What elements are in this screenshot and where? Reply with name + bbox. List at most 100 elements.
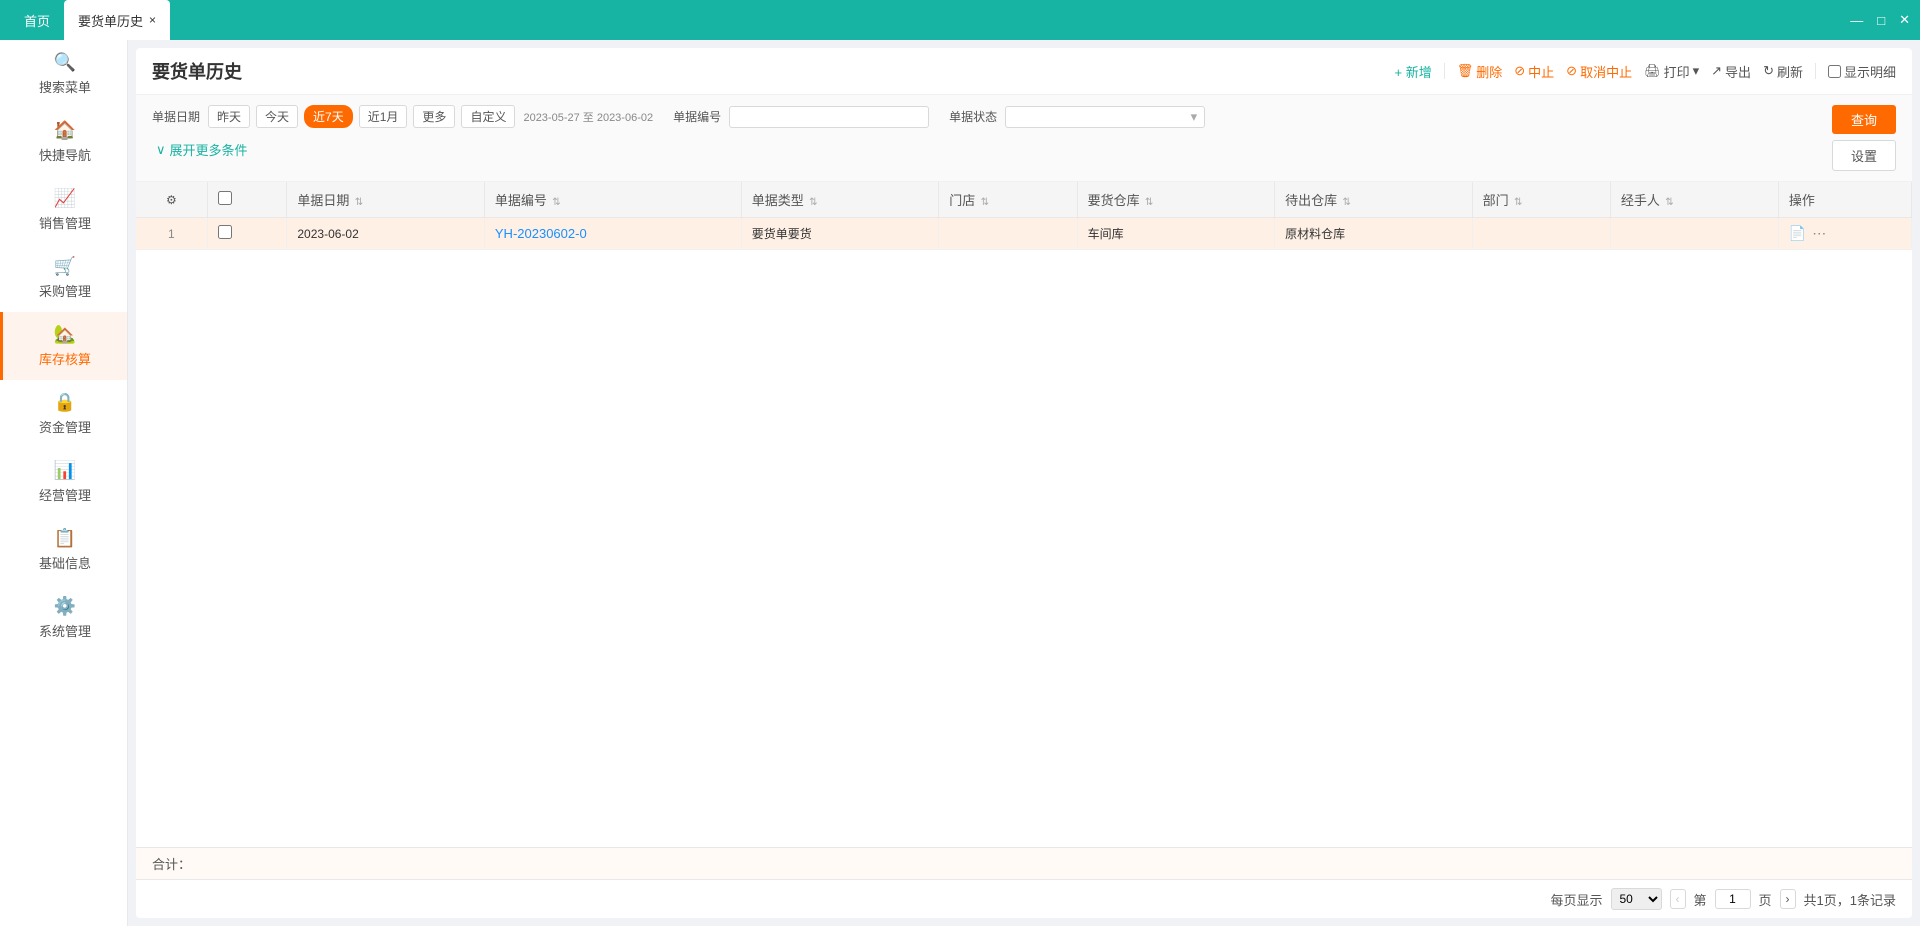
date-btn-1month[interactable]: 近1月 bbox=[359, 105, 408, 128]
th-pending-warehouse[interactable]: 待出仓库 ⇅ bbox=[1275, 182, 1473, 218]
th-settings[interactable]: ⚙ bbox=[136, 182, 207, 218]
th-req-warehouse-label: 要货仓库 bbox=[1088, 193, 1140, 208]
system-icon: ⚙️ bbox=[54, 596, 76, 617]
order-no-link[interactable]: YH-20230602-0 bbox=[495, 226, 587, 241]
sidebar-item-purchase-label: 采购管理 bbox=[39, 281, 91, 300]
toolbar: + 新增 🗑 删除 ⊘ 中止 ⊘ 取消中止 🖨 打印 bbox=[1394, 62, 1896, 81]
sidebar-item-inventory[interactable]: 🏡 库存核算 bbox=[0, 312, 127, 380]
order-no-filter-group: 单据编号 bbox=[673, 106, 929, 128]
th-store[interactable]: 门店 ⇅ bbox=[939, 182, 1077, 218]
sidebar-item-inventory-label: 库存核算 bbox=[39, 349, 91, 368]
filter-expand-row: ∨ 展开更多条件 bbox=[152, 136, 1816, 163]
td-department bbox=[1472, 218, 1610, 250]
export-btn-label: 导出 bbox=[1725, 62, 1751, 81]
page-unit: 页 bbox=[1759, 890, 1772, 909]
page-size-select[interactable]: 50 10 20 100 bbox=[1611, 888, 1662, 910]
th-department[interactable]: 部门 ⇅ bbox=[1472, 182, 1610, 218]
status-select[interactable] bbox=[1005, 106, 1205, 128]
refresh-btn-label: 刷新 bbox=[1777, 62, 1803, 81]
tab-close-icon[interactable]: × bbox=[149, 13, 156, 27]
sidebar-item-system-label: 系统管理 bbox=[39, 621, 91, 640]
date-btn-7days[interactable]: 近7天 bbox=[304, 105, 353, 128]
order-no-input[interactable] bbox=[729, 106, 929, 128]
sidebar-item-search-menu-label: 搜索菜单 bbox=[39, 77, 91, 96]
refresh-button[interactable]: ↻ 刷新 bbox=[1763, 62, 1803, 81]
th-action: 操作 bbox=[1778, 182, 1911, 218]
date-btn-today[interactable]: 今天 bbox=[256, 105, 298, 128]
expand-more-btn[interactable]: ∨ 展开更多条件 bbox=[152, 136, 252, 163]
row-edit-icon[interactable]: 📄 bbox=[1789, 225, 1806, 242]
sidebar-item-quick-nav[interactable]: 🏠 快捷导航 bbox=[0, 108, 127, 176]
sidebar-item-search-menu[interactable]: 🔍 搜索菜单 bbox=[0, 40, 127, 108]
print-icon: 🖨 bbox=[1644, 63, 1661, 79]
th-action-label: 操作 bbox=[1789, 193, 1815, 208]
summary-label: 合计： bbox=[152, 854, 191, 873]
new-button[interactable]: + 新增 bbox=[1394, 62, 1431, 81]
sidebar-item-finance[interactable]: 🔒 资金管理 bbox=[0, 380, 127, 448]
row-action-icons: 📄 ⋯ bbox=[1789, 225, 1901, 242]
maximize-icon[interactable]: □ bbox=[1877, 13, 1885, 28]
tab-order-history[interactable]: 要货单历史 × bbox=[64, 0, 170, 40]
sidebar-item-quick-nav-label: 快捷导航 bbox=[39, 145, 91, 164]
status-filter-group: 单据状态 bbox=[949, 106, 1205, 128]
date-btn-more[interactable]: 更多 bbox=[413, 105, 455, 128]
filter-settings-button[interactable]: 设置 bbox=[1832, 140, 1896, 171]
sort-order-type-icon: ⇅ bbox=[809, 197, 817, 208]
sidebar-item-basic-info[interactable]: 📋 基础信息 bbox=[0, 516, 127, 584]
sidebar: 🔍 搜索菜单 🏠 快捷导航 📈 销售管理 🛒 采购管理 🏡 库存核算 🔒 资金管… bbox=[0, 40, 128, 926]
next-page-btn[interactable]: › bbox=[1780, 889, 1796, 909]
print-button[interactable]: 🖨 打印 ▾ bbox=[1644, 62, 1699, 81]
td-checkbox bbox=[207, 218, 287, 250]
basic-info-icon: 📋 bbox=[54, 528, 76, 549]
th-date[interactable]: 单据日期 ⇅ bbox=[287, 182, 485, 218]
sort-handler-icon: ⇅ bbox=[1665, 197, 1673, 208]
stop-btn-label: 中止 bbox=[1528, 62, 1554, 81]
cancel-stop-button[interactable]: ⊘ 取消中止 bbox=[1566, 62, 1632, 81]
window-controls: — □ ✕ bbox=[1850, 12, 1910, 28]
delete-button[interactable]: 🗑 删除 bbox=[1457, 62, 1503, 81]
divider-1 bbox=[1444, 63, 1445, 79]
page-number-input[interactable] bbox=[1715, 889, 1751, 909]
table-head: ⚙ 单据日期 ⇅ 单据编号 ⇅ 单据类型 bbox=[136, 182, 1912, 218]
date-btn-custom[interactable]: 自定义 bbox=[461, 105, 515, 128]
th-handler[interactable]: 经手人 ⇅ bbox=[1610, 182, 1778, 218]
purchase-icon: 🛒 bbox=[54, 256, 76, 277]
filter-row-1: 单据日期 昨天 今天 近7天 近1月 更多 自定义 2023-05-27 至 2… bbox=[152, 105, 1816, 128]
expand-label: 展开更多条件 bbox=[170, 140, 248, 159]
delete-icon: 🗑 bbox=[1457, 63, 1474, 79]
total-info: 共1页，1条记录 bbox=[1804, 890, 1896, 909]
row-checkbox[interactable] bbox=[218, 225, 232, 239]
sidebar-item-sales-label: 销售管理 bbox=[39, 213, 91, 232]
show-detail-checkbox[interactable] bbox=[1828, 65, 1841, 78]
sidebar-item-sales[interactable]: 📈 销售管理 bbox=[0, 176, 127, 244]
status-select-wrapper bbox=[1005, 106, 1205, 128]
select-all-checkbox[interactable] bbox=[218, 191, 232, 205]
sort-department-icon: ⇅ bbox=[1514, 197, 1522, 208]
sidebar-item-basic-info-label: 基础信息 bbox=[39, 553, 91, 572]
th-order-type-label: 单据类型 bbox=[752, 193, 804, 208]
th-order-type[interactable]: 单据类型 ⇅ bbox=[741, 182, 939, 218]
th-req-warehouse[interactable]: 要货仓库 ⇅ bbox=[1077, 182, 1275, 218]
prev-page-btn[interactable]: ‹ bbox=[1670, 889, 1686, 909]
query-button[interactable]: 查询 bbox=[1832, 105, 1896, 134]
sidebar-item-operations[interactable]: 📊 经营管理 bbox=[0, 448, 127, 516]
tab-home[interactable]: 首页 bbox=[10, 0, 64, 40]
export-button[interactable]: ↗ 导出 bbox=[1711, 62, 1751, 81]
sidebar-item-system[interactable]: ⚙️ 系统管理 bbox=[0, 584, 127, 652]
data-table: ⚙ 单据日期 ⇅ 单据编号 ⇅ 单据类型 bbox=[136, 182, 1912, 250]
minimize-icon[interactable]: — bbox=[1850, 13, 1863, 28]
print-dropdown-icon: ▾ bbox=[1693, 63, 1700, 79]
content-area: 要货单历史 + 新增 🗑 删除 ⊘ 中止 ⊘ 取消中止 bbox=[136, 48, 1912, 918]
show-detail-label: 显示明细 bbox=[1844, 62, 1896, 81]
stop-button[interactable]: ⊘ 中止 bbox=[1514, 62, 1554, 81]
export-icon: ↗ bbox=[1711, 63, 1722, 79]
operations-icon: 📊 bbox=[54, 460, 76, 481]
show-detail-button[interactable]: 显示明细 bbox=[1828, 62, 1896, 81]
date-btn-yesterday[interactable]: 昨天 bbox=[208, 105, 250, 128]
row-more-icon[interactable]: ⋯ bbox=[1812, 225, 1826, 242]
sidebar-item-purchase[interactable]: 🛒 采购管理 bbox=[0, 244, 127, 312]
filter-area-inner: 单据日期 昨天 今天 近7天 近1月 更多 自定义 2023-05-27 至 2… bbox=[152, 105, 1896, 171]
sort-order-no-icon: ⇅ bbox=[552, 197, 560, 208]
close-window-icon[interactable]: ✕ bbox=[1899, 12, 1910, 28]
th-order-no[interactable]: 单据编号 ⇅ bbox=[484, 182, 741, 218]
